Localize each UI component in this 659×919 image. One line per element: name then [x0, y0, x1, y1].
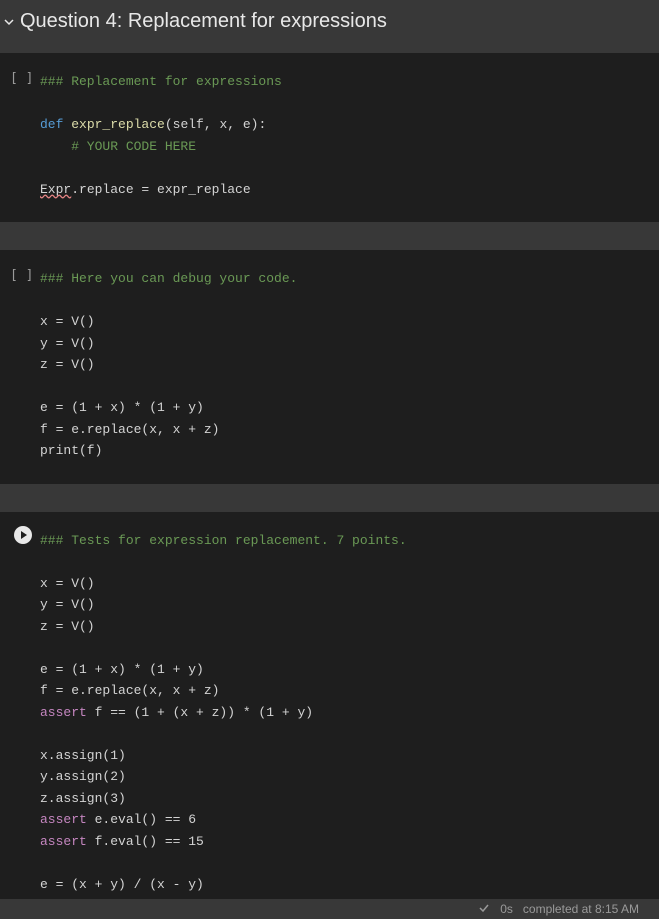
cell-exec-prompt[interactable]: [ ]: [10, 268, 33, 283]
run-cell-button[interactable]: [14, 526, 32, 544]
code-cell[interactable]: ### Tests for expression replacement. 7 …: [0, 512, 659, 918]
code-cell[interactable]: [ ] ### Replacement for expressions def e…: [0, 53, 659, 222]
check-icon: [478, 902, 490, 917]
cell-exec-prompt[interactable]: [ ]: [10, 71, 33, 86]
section-title: Question 4: Replacement for expressions: [20, 10, 387, 33]
exec-status: completed at 8:15 AM: [523, 902, 639, 916]
section-header[interactable]: Question 4: Replacement for expressions: [0, 0, 659, 43]
chevron-down-icon: [4, 17, 14, 27]
code-cell[interactable]: [ ] ### Here you can debug your code. x =…: [0, 250, 659, 484]
code-content[interactable]: ### Here you can debug your code. x = V(…: [40, 268, 647, 462]
play-icon: [14, 526, 32, 544]
code-content[interactable]: ### Tests for expression replacement. 7 …: [40, 530, 647, 896]
exec-time: 0s: [500, 902, 513, 916]
code-content[interactable]: ### Replacement for expressions def expr…: [40, 71, 647, 200]
status-bar: 0s completed at 8:15 AM: [0, 899, 659, 919]
